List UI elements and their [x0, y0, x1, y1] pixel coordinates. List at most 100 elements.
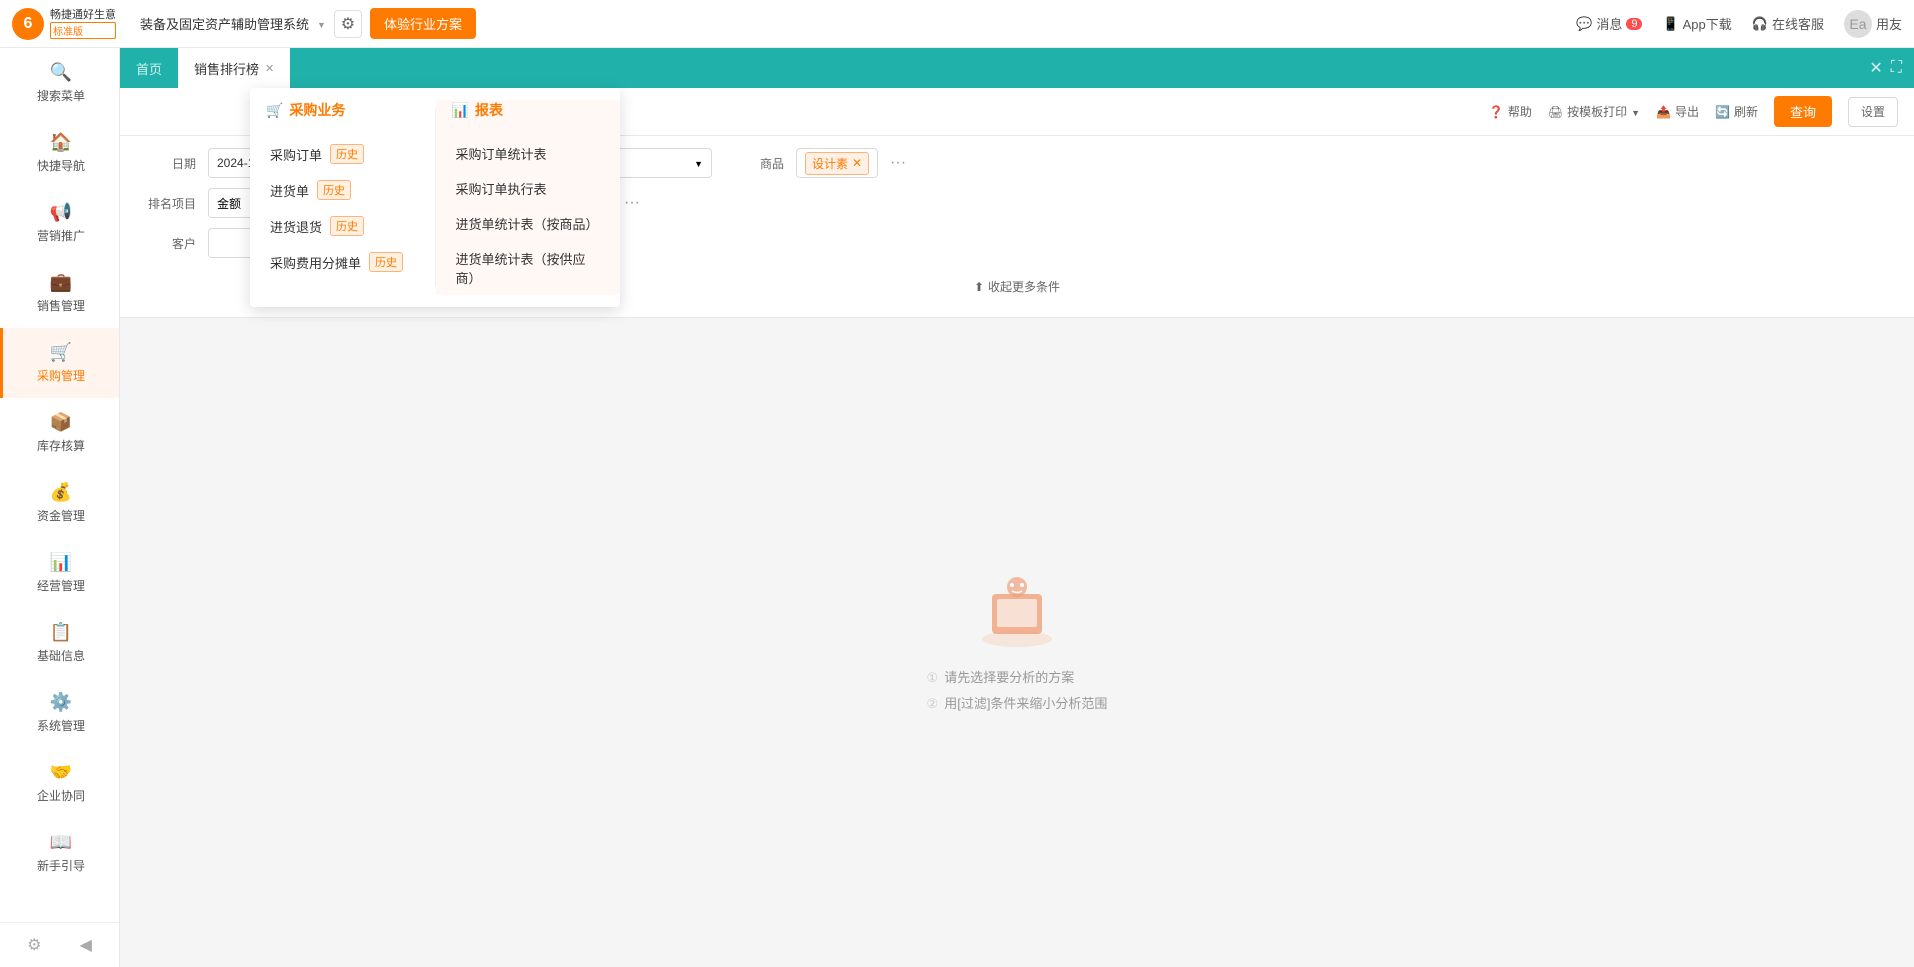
app-download-button[interactable]: 📱 App下载	[1662, 14, 1731, 33]
settings-button[interactable]: 设置	[1848, 97, 1898, 127]
empty-state: ① 请先选择要分析的方案 ② 用[过滤]条件来缩小分析范围	[120, 318, 1914, 967]
purchase-section-title: 🛒 采购业务	[266, 100, 419, 124]
sidebar-item-nav[interactable]: 🏠 快捷导航	[0, 118, 119, 188]
sidebar-item-search[interactable]: 🔍 搜索菜单	[0, 48, 119, 118]
sidebar-bottom: ⚙ ◀	[0, 922, 119, 967]
purchase-section-icon: 🛒	[266, 102, 283, 119]
print-button[interactable]: 🖨 按模板打印	[1548, 103, 1640, 120]
cart-icon: 🛒	[50, 342, 72, 363]
history-badge-1: 历史	[317, 180, 351, 200]
menu-item-report-order-exec[interactable]: 采购订单执行表	[452, 171, 605, 206]
date-label: 日期	[136, 155, 196, 172]
header-right: 💬 消息 9 📱 App下载 🎧 在线客服 Ea 用友	[1576, 10, 1902, 38]
purchase-section: 🛒 采购业务 采购订单 历史 进货单 历史 进货退货 历史 采购费用分摊单	[250, 100, 435, 295]
sidebar-item-guide[interactable]: 📖 新手引导	[0, 818, 119, 888]
history-badge-0: 历史	[330, 144, 364, 164]
salesperson-more-icon[interactable]: ···	[624, 194, 640, 212]
basic-icon: 📋	[50, 622, 72, 643]
collapse-up-icon: ⬆	[974, 280, 984, 294]
guide-icon: 📖	[50, 832, 72, 853]
sidebar-settings-icon[interactable]: ⚙	[27, 935, 41, 955]
sidebar-item-collab[interactable]: 🤝 企业协同	[0, 748, 119, 818]
menu-item-return-goods[interactable]: 进货退货 历史	[266, 208, 419, 244]
empty-hints: ① 请先选择要分析的方案 ② 用[过滤]条件来缩小分析范围	[927, 665, 1108, 717]
gear-button[interactable]: ⚙	[334, 10, 362, 38]
tab-home[interactable]: 首页	[120, 48, 178, 88]
inventory-icon: 📦	[50, 412, 72, 433]
goods-tag-close[interactable]: ✕	[852, 156, 862, 170]
logo-text: 畅捷通好生意	[50, 8, 116, 22]
menu-item-report-stock-goods[interactable]: 进货单统计表（按商品）	[452, 206, 605, 241]
headset-icon: 🎧	[1752, 16, 1768, 32]
sidebar-item-purchase[interactable]: 🛒 采购管理	[0, 328, 119, 398]
tab-maximize-icon[interactable]: ⛶	[1891, 59, 1902, 77]
status-dropdown-icon	[694, 156, 703, 170]
history-badge-3: 历史	[369, 252, 403, 272]
empty-hint-2: ② 用[过滤]条件来缩小分析范围	[927, 691, 1108, 717]
top-header: 6 畅捷通好生意 标准版 装备及固定资产辅助管理系统 ⚙ 体验行业方案 💬 消息…	[0, 0, 1914, 48]
home-icon: 🏠	[50, 132, 72, 153]
sidebar-item-operation[interactable]: 📊 经营管理	[0, 538, 119, 608]
help-button[interactable]: ❓ 帮助	[1489, 103, 1532, 120]
goods-input[interactable]: 设计素 ✕	[796, 148, 878, 178]
message-icon: 💬	[1576, 16, 1592, 32]
search-icon: 🔍	[50, 62, 72, 83]
tab-close-window-icon[interactable]: ✕	[1869, 58, 1882, 78]
finance-icon: 💰	[50, 482, 72, 503]
goods-tag: 设计素 ✕	[805, 152, 869, 175]
sidebar-collapse-icon[interactable]: ◀	[80, 935, 92, 955]
help-icon: ❓	[1489, 105, 1504, 119]
rank-label: 排名项目	[136, 195, 196, 212]
sidebar-item-system[interactable]: ⚙️ 系统管理	[0, 678, 119, 748]
sidebar-item-marketing[interactable]: 📢 营销推广	[0, 188, 119, 258]
sidebar-item-finance[interactable]: 💰 资金管理	[0, 468, 119, 538]
menu-item-purchase-expense[interactable]: 采购费用分摊单 历史	[266, 244, 419, 280]
empty-illustration	[967, 569, 1067, 649]
system-title-area: 装备及固定资产辅助管理系统 ⚙ 体验行业方案	[140, 8, 1576, 39]
empty-hint-1: ① 请先选择要分析的方案	[927, 665, 1108, 691]
history-badge-2: 历史	[330, 216, 364, 236]
goods-label: 商品	[724, 155, 784, 172]
report-section: 📊 报表 采购订单统计表 采购订单执行表 进货单统计表（按商品） 进货单统计表（…	[436, 100, 621, 295]
query-button[interactable]: 查询	[1774, 96, 1832, 127]
main-layout: 🔍 搜索菜单 🏠 快捷导航 📢 营销推广 💼 销售管理 🛒 采购管理 📦 库存核…	[0, 48, 1914, 967]
customer-label: 客户	[136, 235, 196, 252]
menu-item-purchase-order[interactable]: 采购订单 历史	[266, 136, 419, 172]
user-button[interactable]: Ea 用友	[1844, 10, 1902, 38]
collab-icon: 🤝	[50, 762, 72, 783]
collapse-button[interactable]: ⬆ 收起更多条件	[974, 272, 1060, 301]
print-dropdown-icon[interactable]	[1631, 105, 1640, 119]
megaphone-icon: 📢	[50, 202, 72, 223]
report-section-icon: 📊	[452, 102, 469, 119]
system-title-dropdown[interactable]	[317, 17, 326, 31]
sidebar: 🔍 搜索菜单 🏠 快捷导航 📢 营销推广 💼 销售管理 🛒 采购管理 📦 库存核…	[0, 48, 120, 967]
sidebar-item-inventory[interactable]: 📦 库存核算	[0, 398, 119, 468]
menu-item-stock-in[interactable]: 进货单 历史	[266, 172, 419, 208]
message-button[interactable]: 💬 消息 9	[1576, 14, 1642, 33]
tab-sales-rank[interactable]: 销售排行榜 ✕	[178, 48, 290, 88]
print-icon: 🖨	[1548, 105, 1563, 119]
refresh-icon: 🔄	[1715, 105, 1730, 119]
export-button[interactable]: 📤 导出	[1656, 103, 1699, 120]
sidebar-item-sales[interactable]: 💼 销售管理	[0, 258, 119, 328]
tab-bar-actions: ✕ ⛶	[1869, 58, 1914, 78]
industry-button[interactable]: 体验行业方案	[370, 8, 476, 39]
logo-badge: 标准版	[50, 22, 116, 39]
goods-more-icon[interactable]: ···	[890, 154, 906, 172]
sales-icon: 💼	[50, 272, 72, 293]
tab-bar: 首页 销售排行榜 ✕ ✕ ⛶	[120, 48, 1914, 88]
system-title: 装备及固定资产辅助管理系统	[140, 14, 309, 33]
tab-close-icon[interactable]: ✕	[265, 62, 274, 75]
app-logo-icon: 6	[12, 8, 44, 40]
refresh-button[interactable]: 🔄 刷新	[1715, 103, 1758, 120]
menu-item-report-stock-supplier[interactable]: 进货单统计表（按供应商）	[452, 241, 605, 295]
purchase-dropdown-menu: 🛒 采购业务 采购订单 历史 进货单 历史 进货退货 历史 采购费用分摊单	[250, 88, 620, 307]
system-icon: ⚙️	[50, 692, 72, 713]
phone-icon: 📱	[1662, 16, 1678, 32]
sidebar-item-basic[interactable]: 📋 基础信息	[0, 608, 119, 678]
message-badge: 9	[1626, 18, 1642, 30]
menu-item-report-order-stat[interactable]: 采购订单统计表	[452, 136, 605, 171]
online-service-button[interactable]: 🎧 在线客服	[1752, 14, 1824, 33]
logo-area: 6 畅捷通好生意 标准版	[12, 8, 132, 40]
export-icon: 📤	[1656, 105, 1671, 119]
